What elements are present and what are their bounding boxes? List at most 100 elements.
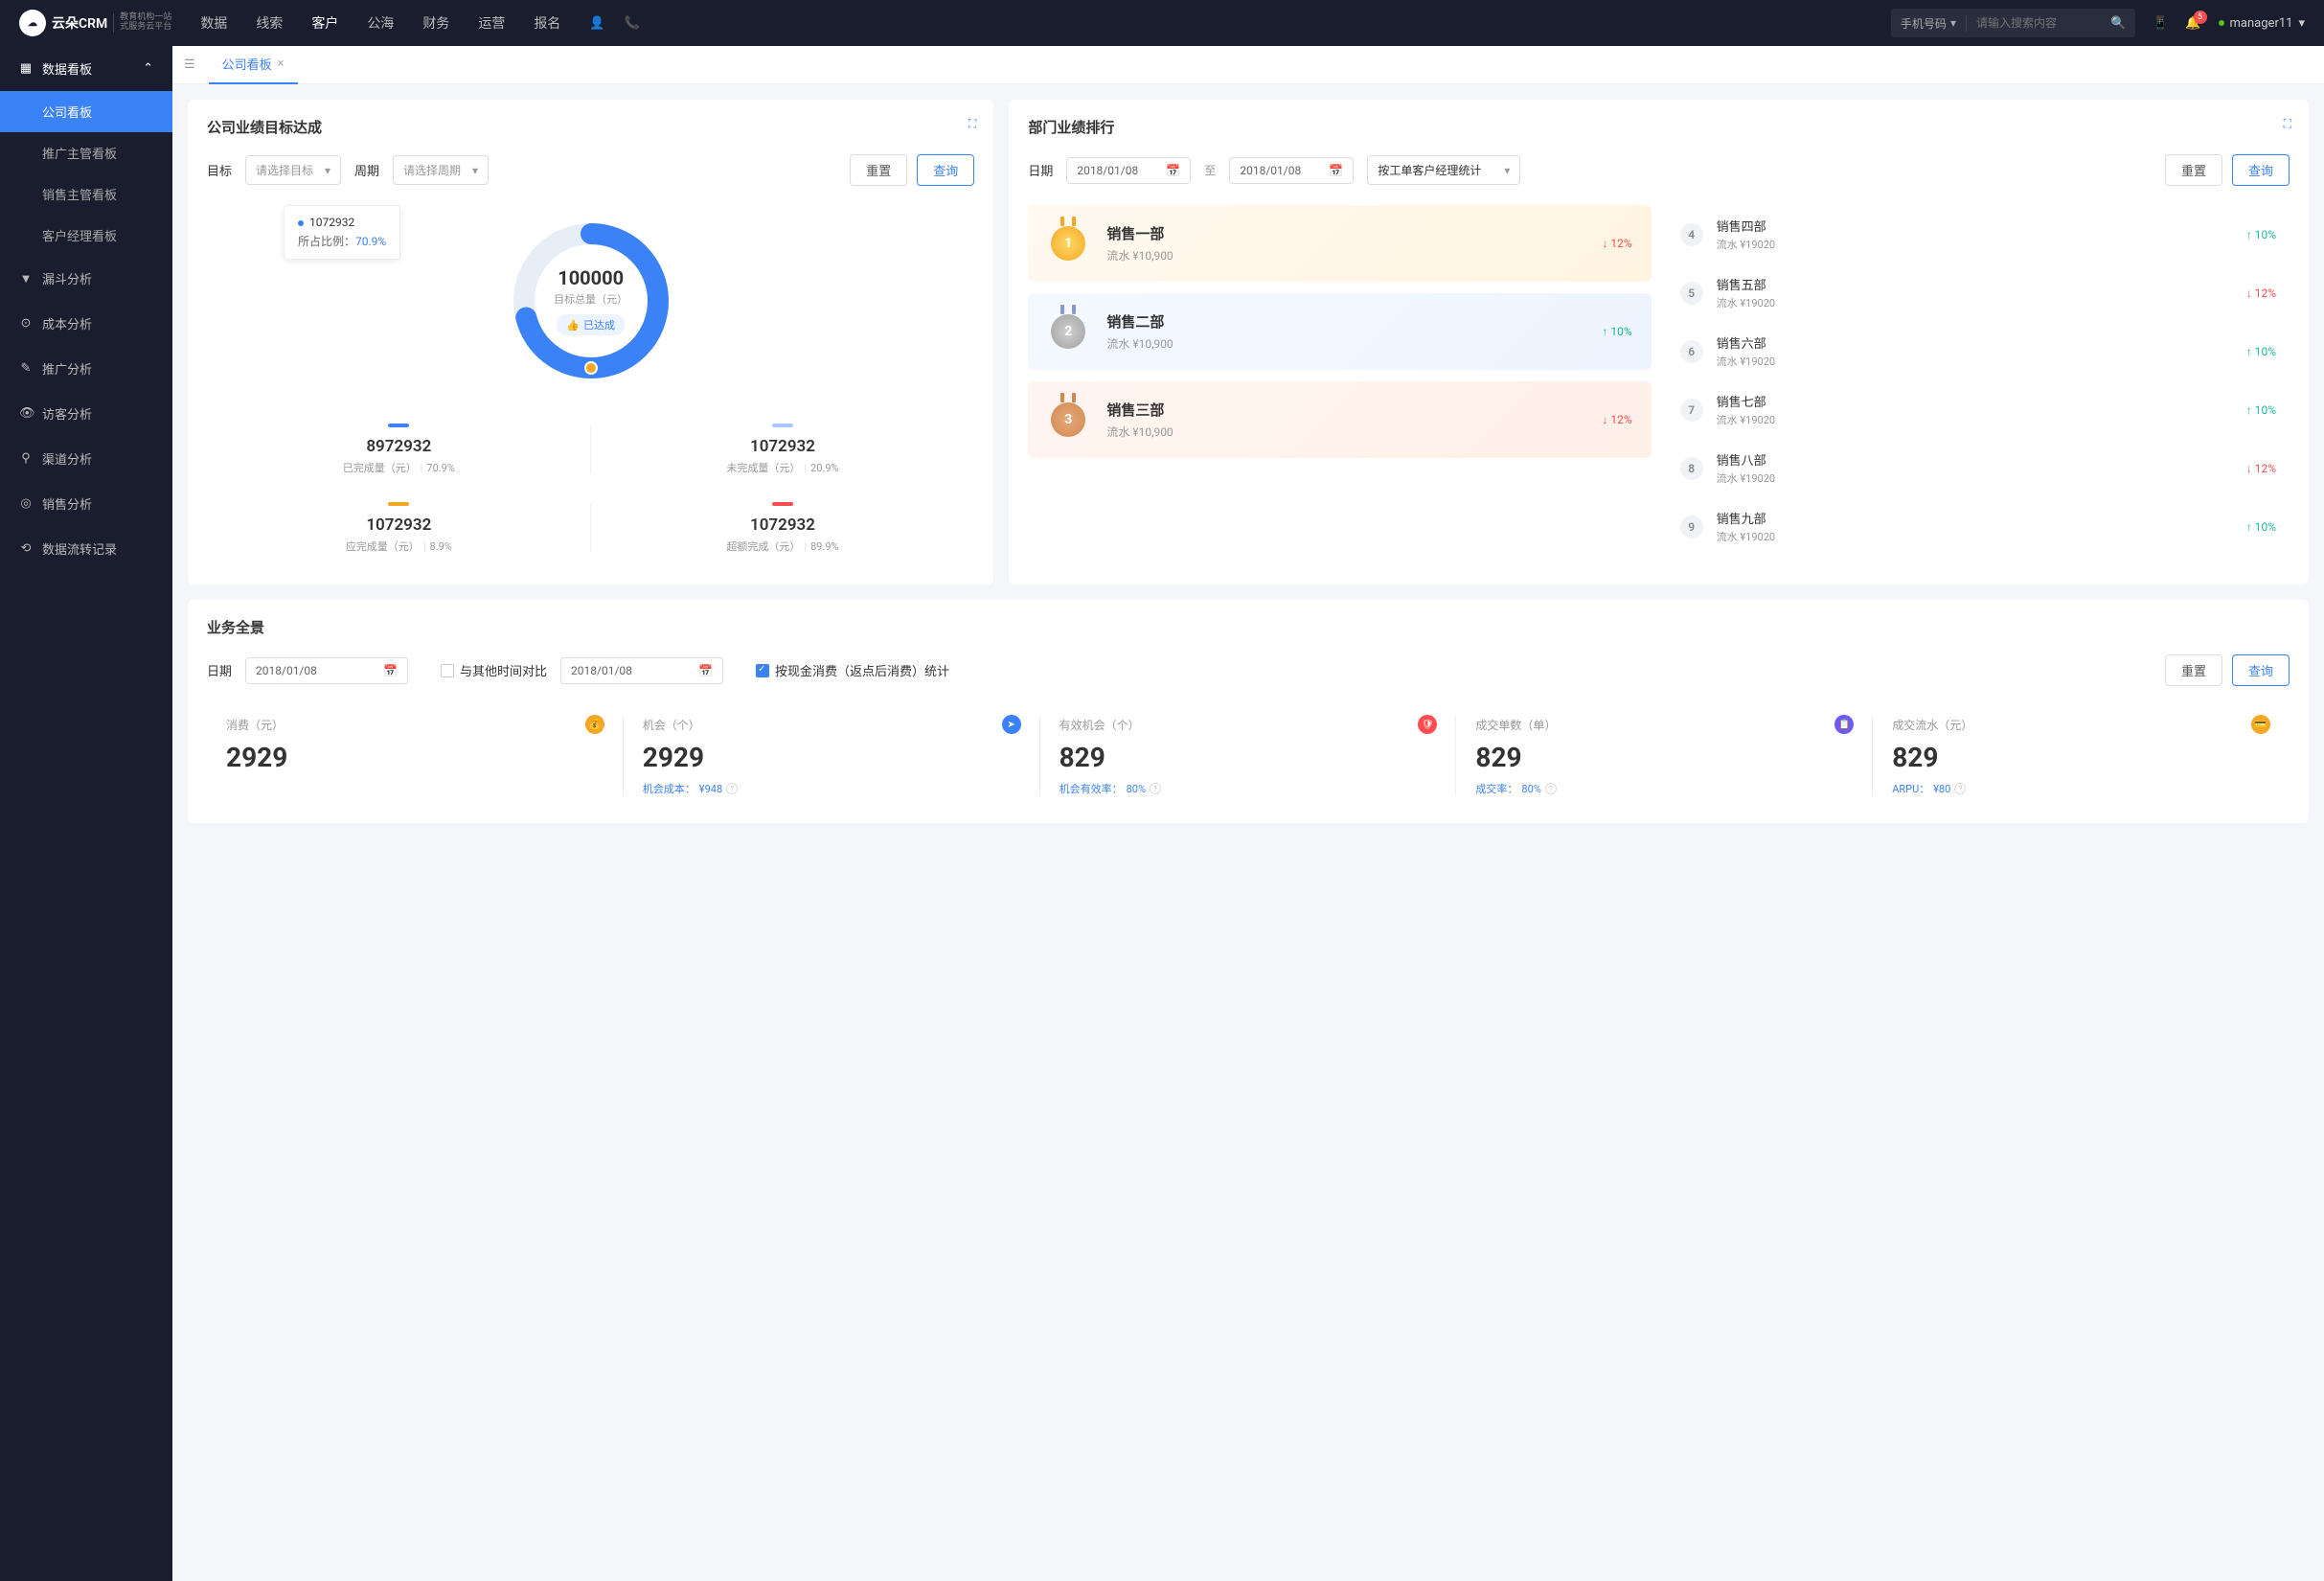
top-bar: ☁ 云朵CRM 教育机构一站 式服务云平台 数据 线索 客户 公海 财务 运营 报名 👤 📞… <box>0 0 2324 46</box>
help-icon[interactable]: ? <box>726 783 738 794</box>
sidebar-item-6[interactable]: ⟲数据流转记录 <box>0 526 172 571</box>
help-icon[interactable]: ? <box>1954 783 1966 794</box>
date-to-input[interactable]: 2018/01/08📅 <box>1229 157 1354 184</box>
expand-icon[interactable]: ⛶ <box>968 117 976 131</box>
ranking-card: ⛶ 部门业绩排行 日期 2018/01/08📅 至 2018/01/08📅 按工… <box>1009 100 2309 584</box>
compare-checkbox[interactable]: 与其他时间对比 <box>441 661 547 679</box>
logo-icon: ☁ <box>19 10 46 36</box>
donut-label: 目标总量（元） <box>554 291 627 307</box>
goal-card: ⛶ 公司业绩目标达成 目标 请选择目标▾ 周期 请选择周期▾ 重置 查询 <box>188 100 993 584</box>
nav-item-1[interactable]: 线索 <box>256 13 283 33</box>
sidebar-group-dashboard[interactable]: ▦ 数据看板 ⌃ <box>0 46 172 91</box>
rank-card-1[interactable]: 1销售一部流水 ¥10,900↓ 12% <box>1028 205 1651 282</box>
date-from-input[interactable]: 2018/01/08📅 <box>1066 157 1191 184</box>
menu-icon: ◎ <box>19 496 33 511</box>
bell-icon[interactable]: 🔔5 <box>2185 16 2200 31</box>
rank-row-4[interactable]: 4销售四部流水 ¥19020↑ 10% <box>1667 205 2290 264</box>
reset-button[interactable]: 重置 <box>850 154 907 186</box>
reset-button[interactable]: 重置 <box>2165 654 2222 686</box>
overview-card: 业务全景 日期 2018/01/08📅 与其他时间对比 2018/01/08📅 … <box>188 600 2309 823</box>
calendar-icon: 📅 <box>698 664 713 677</box>
logo-subtitle: 教育机构一站 式服务云平台 <box>113 13 171 33</box>
menu-icon: ▼ <box>19 271 33 286</box>
rank-row-5[interactable]: 5销售五部流水 ¥19020↓ 12% <box>1667 264 2290 322</box>
sidebar-item-1[interactable]: ⊙成本分析 <box>0 301 172 346</box>
main-nav: 数据 线索 客户 公海 财务 运营 报名 <box>200 13 560 33</box>
search-icon[interactable]: 🔍 <box>2101 16 2135 31</box>
dashboard-icon: ▦ <box>19 61 33 76</box>
mobile-icon[interactable]: 📱 <box>2153 16 2168 31</box>
tab-company-board[interactable]: 公司看板 × <box>209 46 298 84</box>
search-input[interactable] <box>1967 16 2101 30</box>
query-button[interactable]: 查询 <box>2232 154 2290 186</box>
calendar-icon: 📅 <box>1329 164 1343 177</box>
query-button[interactable]: 查询 <box>917 154 974 186</box>
target-select[interactable]: 请选择目标▾ <box>245 155 341 185</box>
reset-button[interactable]: 重置 <box>2165 154 2222 186</box>
nav-item-3[interactable]: 公海 <box>367 13 394 33</box>
date-input-2[interactable]: 2018/01/08📅 <box>560 657 723 684</box>
nav-item-0[interactable]: 数据 <box>200 13 227 33</box>
rank-row-9[interactable]: 9销售九部流水 ¥19020↑ 10% <box>1667 497 2290 556</box>
chevron-down-icon: ▾ <box>1950 16 1956 30</box>
notification-badge: 5 <box>2194 11 2207 24</box>
search-type-select[interactable]: 手机号码▾ <box>1891 15 1967 32</box>
medal-icon: 1 <box>1047 222 1089 264</box>
sidebar-item-3[interactable]: 👁访客分析 <box>0 391 172 436</box>
nav-item-5[interactable]: 运营 <box>478 13 505 33</box>
help-icon[interactable]: ? <box>1150 783 1161 794</box>
user-icon[interactable]: 👤 <box>589 16 604 31</box>
stat-cell-2: 1072932应完成量（元）|8.9% <box>207 489 591 567</box>
menu-icon: ⟲ <box>19 541 33 556</box>
period-select[interactable]: 请选择周期▾ <box>393 155 489 185</box>
rank-row-7[interactable]: 7销售七部流水 ¥19020↑ 10% <box>1667 380 2290 439</box>
overview-title: 业务全景 <box>207 617 2290 637</box>
stat-cell-3: 1072932超额完成（元）|89.9% <box>591 489 975 567</box>
logo-text: 云朵CRM <box>52 13 107 33</box>
rank-card-2[interactable]: 2销售二部流水 ¥10,900↑ 10% <box>1028 293 1651 370</box>
donut-value: 100000 <box>558 266 624 289</box>
menu-icon: ⚲ <box>19 451 33 466</box>
stat-type-select[interactable]: 按工单客户经理统计▾ <box>1367 155 1520 185</box>
date-input-1[interactable]: 2018/01/08📅 <box>245 657 408 684</box>
menu-icon: 👁 <box>19 406 33 421</box>
overview-cell-1: 机会（个）➤2929机会成本：¥948? <box>624 705 1040 806</box>
sidebar-item-0[interactable]: ▼漏斗分析 <box>0 256 172 301</box>
medal-icon: 2 <box>1047 310 1089 353</box>
rank-card-3[interactable]: 3销售三部流水 ¥10,900↓ 12% <box>1028 381 1651 458</box>
cash-checkbox[interactable]: 按现金消费（返点后消费）统计 <box>756 661 949 679</box>
chevron-down-icon: ▾ <box>472 164 478 177</box>
overview-cell-2: 有效机会（个）🛡829机会有效率：80%? <box>1040 705 1457 806</box>
sidebar-sub-3[interactable]: 客户经理看板 <box>0 215 172 256</box>
ranking-title: 部门业绩排行 <box>1028 117 2290 137</box>
expand-icon[interactable]: ⛶ <box>2284 117 2291 131</box>
rank-row-8[interactable]: 8销售八部流水 ¥19020↓ 12% <box>1667 439 2290 497</box>
metric-icon: 💳 <box>2251 715 2270 734</box>
sidebar-item-4[interactable]: ⚲渠道分析 <box>0 436 172 481</box>
logo[interactable]: ☁ 云朵CRM 教育机构一站 式服务云平台 <box>19 10 171 36</box>
sidebar-item-2[interactable]: ✎推广分析 <box>0 346 172 391</box>
metric-icon: 💰 <box>585 715 604 734</box>
sidebar-sub-2[interactable]: 销售主管看板 <box>0 173 172 215</box>
sidebar-sub-0[interactable]: 公司看板 <box>0 91 172 132</box>
query-button[interactable]: 查询 <box>2232 654 2290 686</box>
user-menu[interactable]: manager11 ▾ <box>2219 16 2305 31</box>
thumbsup-icon: 👍 <box>566 319 580 332</box>
phone-icon[interactable]: 📞 <box>625 16 640 31</box>
sidebar-item-5[interactable]: ◎销售分析 <box>0 481 172 526</box>
collapse-sidebar-icon[interactable]: ☰ <box>184 57 195 72</box>
chevron-down-icon: ▾ <box>325 164 330 177</box>
nav-item-2[interactable]: 客户 <box>311 13 338 33</box>
calendar-icon: 📅 <box>383 664 398 677</box>
period-label: 周期 <box>354 161 379 179</box>
chevron-down-icon: ▾ <box>1504 164 1510 177</box>
close-icon[interactable]: × <box>278 57 285 71</box>
metric-icon: 📋 <box>1834 715 1854 734</box>
tab-bar: ☰ 公司看板 × <box>172 46 2324 84</box>
nav-item-6[interactable]: 报名 <box>534 13 560 33</box>
menu-icon: ✎ <box>19 361 33 376</box>
help-icon[interactable]: ? <box>1545 783 1557 794</box>
rank-row-6[interactable]: 6销售六部流水 ¥19020↑ 10% <box>1667 322 2290 380</box>
nav-item-4[interactable]: 财务 <box>422 13 449 33</box>
sidebar-sub-1[interactable]: 推广主管看板 <box>0 132 172 173</box>
